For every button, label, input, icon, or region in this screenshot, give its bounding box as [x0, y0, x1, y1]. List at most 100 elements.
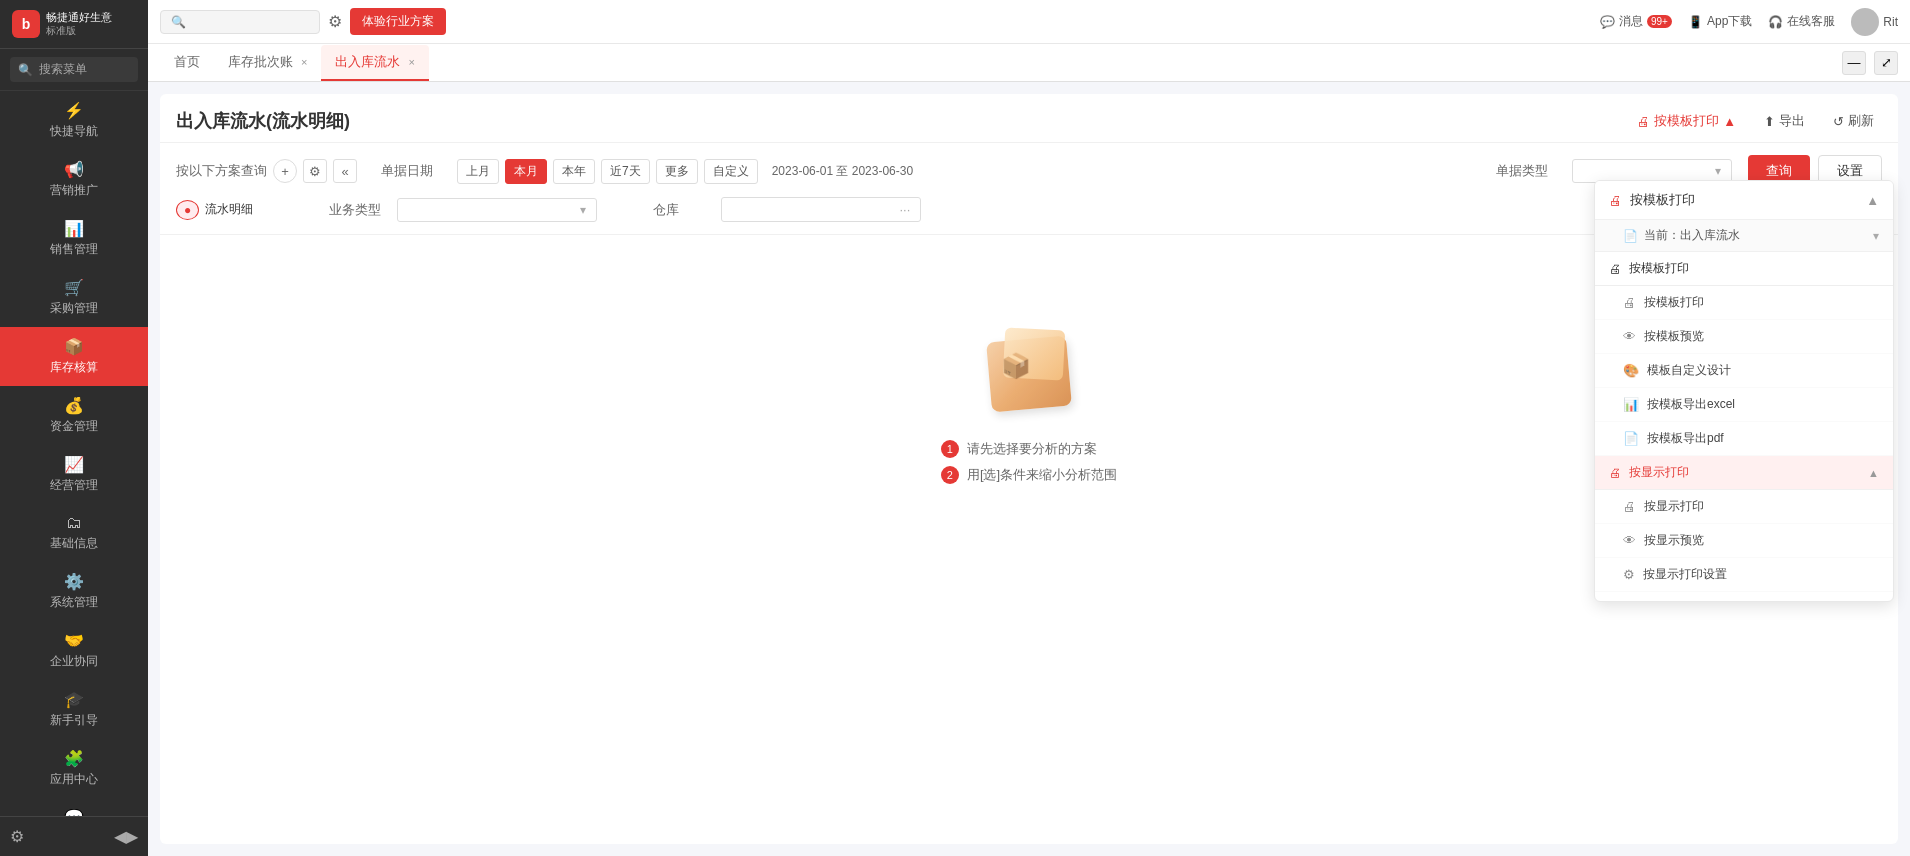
print-template-btn[interactable]: 🖨 按模板打印 ▲	[1629, 108, 1744, 134]
dp-display-print-settings-item[interactable]: ⚙ 按显示打印设置	[1595, 558, 1893, 592]
tab-home[interactable]: 首页	[160, 45, 214, 81]
topbar-search-box[interactable]: 🔍	[160, 10, 320, 34]
warehouse-filter: 仓库 ···	[653, 197, 921, 222]
date-7days-btn[interactable]: 近7天	[601, 159, 650, 184]
filter-collapse-left-btn[interactable]: «	[333, 159, 357, 183]
dp-template-preview-item[interactable]: 👁 按模板预览	[1595, 320, 1893, 354]
date-custom-btn[interactable]: 自定义	[704, 159, 758, 184]
date-more-btn[interactable]: 更多	[656, 159, 698, 184]
step-1-num: 1	[941, 440, 959, 458]
tab-batch-account-close[interactable]: ×	[301, 56, 307, 68]
tab-maximize-btn[interactable]: ⤢	[1874, 51, 1898, 75]
dp-template-print-icon: 🖨	[1623, 295, 1636, 310]
operation-label: 经营管理	[50, 477, 98, 494]
quick-nav-icon: ⚡	[64, 101, 84, 120]
tab-batch-account[interactable]: 库存批次账 ×	[214, 45, 321, 81]
sidebar-item-purchase[interactable]: 🛒 采购管理	[0, 268, 148, 327]
add-filter-btn[interactable]: +	[273, 159, 297, 183]
current-chevron-icon[interactable]: ▾	[1873, 229, 1879, 243]
dp-export-excel-label: 按模板导出excel	[1647, 396, 1735, 413]
dp-display-preview-item[interactable]: 👁 按显示预览	[1595, 524, 1893, 558]
inventory-icon: 📦	[64, 337, 84, 356]
dp-template-design-label: 模板自定义设计	[1647, 362, 1731, 379]
sidebar-item-guide[interactable]: 🎓 新手引导	[0, 680, 148, 739]
sidebar-item-enterprise[interactable]: 🤝 企业协同	[0, 621, 148, 680]
date-this-month-btn[interactable]: 本月	[505, 159, 547, 184]
operation-icon: 📈	[64, 455, 84, 474]
sidebar-item-marketing[interactable]: 📢 营销推广	[0, 150, 148, 209]
refresh-btn[interactable]: ↺ 刷新	[1825, 108, 1882, 134]
settings-icon[interactable]: ⚙	[10, 827, 24, 846]
dp-template-export-excel-item[interactable]: 📊 按模板导出excel	[1595, 388, 1893, 422]
tab-stock-flow-close[interactable]: ×	[408, 56, 414, 68]
dp-display-preview-icon: 👁	[1623, 533, 1636, 548]
system-label: 系统管理	[50, 594, 98, 611]
business-type-select[interactable]: ▾	[397, 198, 597, 222]
search-label: 搜索菜单	[39, 61, 87, 78]
basic-label: 基础信息	[50, 535, 98, 552]
export-btn[interactable]: ⬆ 导出	[1756, 108, 1813, 134]
dp-display-settings-icon: ⚙	[1623, 567, 1635, 582]
chevron-up-icon: ▲	[1723, 114, 1736, 129]
sidebar-item-wechat[interactable]: 💬 企业微信	[0, 798, 148, 816]
sidebar-item-basic[interactable]: 🗂 基础信息	[0, 504, 148, 562]
dp-template-preview-label: 按模板预览	[1644, 328, 1704, 345]
finance-label: 资金管理	[50, 418, 98, 435]
business-type-filter: 业务类型 ▾	[329, 198, 597, 222]
topbar-gear-icon[interactable]: ⚙	[328, 12, 342, 31]
message-btn[interactable]: 💬 消息 99+	[1600, 13, 1672, 30]
sidebar-item-app-center[interactable]: 🧩 应用中心	[0, 739, 148, 798]
online-service-btn[interactable]: 🎧 在线客服	[1768, 13, 1835, 30]
dp-template-export-pdf-item[interactable]: 📄 按模板导出pdf	[1595, 422, 1893, 456]
topbar: 🔍 ⚙ 体验行业方案 💬 消息 99+ 📱 App下载 🎧 在线客服 R	[148, 0, 1910, 44]
sub-filter-scheme: ● 流水明细	[176, 200, 253, 220]
purchase-icon: 🛒	[64, 278, 84, 297]
empty-step-2: 2 用[选]条件来缩小分析范围	[941, 466, 1117, 484]
app-download-label: App下载	[1707, 13, 1752, 30]
app-center-icon: 🧩	[64, 749, 84, 768]
dropdown-scroll-area: 🖨 按模板打印 ▲ 📄 当前：出入库流水 ▾	[1595, 181, 1893, 601]
step-2-num: 2	[941, 466, 959, 484]
sidebar-item-quick-nav[interactable]: ⚡ 快捷导航	[0, 91, 148, 150]
industry-solution-button[interactable]: 体验行业方案	[350, 8, 446, 35]
dp-template-custom-design-item[interactable]: 🎨 模板自定义设计	[1595, 354, 1893, 388]
empty-illustration: 📦	[969, 324, 1089, 424]
user-avatar-btn[interactable]: Rit	[1851, 8, 1898, 36]
main-area: 🔍 ⚙ 体验行业方案 💬 消息 99+ 📱 App下载 🎧 在线客服 R	[148, 0, 1910, 856]
sidebar-item-sales[interactable]: 📊 销售管理	[0, 209, 148, 268]
date-this-year-btn[interactable]: 本年	[553, 159, 595, 184]
tab-stock-flow[interactable]: 出入库流水 ×	[321, 45, 428, 81]
tab-minimize-btn[interactable]: —	[1842, 51, 1866, 75]
message-label: 消息	[1619, 13, 1643, 30]
guide-icon: 🎓	[64, 690, 84, 709]
purchase-label: 采购管理	[50, 300, 98, 317]
user-name: Rit	[1883, 15, 1898, 29]
dp-display-print-item[interactable]: 🖨 按显示打印	[1595, 490, 1893, 524]
warehouse-select[interactable]: ···	[721, 197, 921, 222]
dp-template-print-item[interactable]: 🖨 按模板打印	[1595, 286, 1893, 320]
filter-setting-btn[interactable]: ⚙	[303, 159, 327, 183]
collapse-sidebar-icon[interactable]: ◀▶	[114, 827, 138, 846]
sales-icon: 📊	[64, 219, 84, 238]
dropdown-current-subheader: 📄 当前：出入库流水 ▾	[1595, 220, 1893, 252]
sidebar-search-btn[interactable]: 🔍 搜索菜单	[10, 57, 138, 82]
online-service-label: 在线客服	[1787, 13, 1835, 30]
sub-filter-tag: ●	[176, 200, 199, 220]
sidebar-footer: ⚙ ◀▶	[0, 816, 148, 856]
sub-filter-label: 流水明细	[205, 201, 253, 218]
app-download-btn[interactable]: 📱 App下载	[1688, 13, 1752, 30]
dp-display-export-excel-item[interactable]: 📊 按显示导出excel	[1595, 592, 1893, 601]
dp-export-pdf-icon: 📄	[1623, 431, 1639, 446]
sidebar-item-finance[interactable]: 💰 资金管理	[0, 386, 148, 445]
finance-icon: 💰	[64, 396, 84, 415]
empty-step-1: 1 请先选择要分析的方案	[941, 440, 1117, 458]
sidebar-item-operation[interactable]: 📈 经营管理	[0, 445, 148, 504]
date-last-month-btn[interactable]: 上月	[457, 159, 499, 184]
sidebar-item-inventory[interactable]: 📦 库存核算	[0, 327, 148, 386]
dropdown-chevron-up-icon[interactable]: ▲	[1866, 193, 1879, 208]
dropdown-title: 按模板打印	[1630, 191, 1695, 209]
dp-template-preview-icon: 👁	[1623, 329, 1636, 344]
sidebar-item-system[interactable]: ⚙️ 系统管理	[0, 562, 148, 621]
search-icon: 🔍	[18, 63, 33, 77]
dropdown-panel: 🖨 按模板打印 ▲ 📄 当前：出入库流水 ▾	[1594, 180, 1894, 602]
